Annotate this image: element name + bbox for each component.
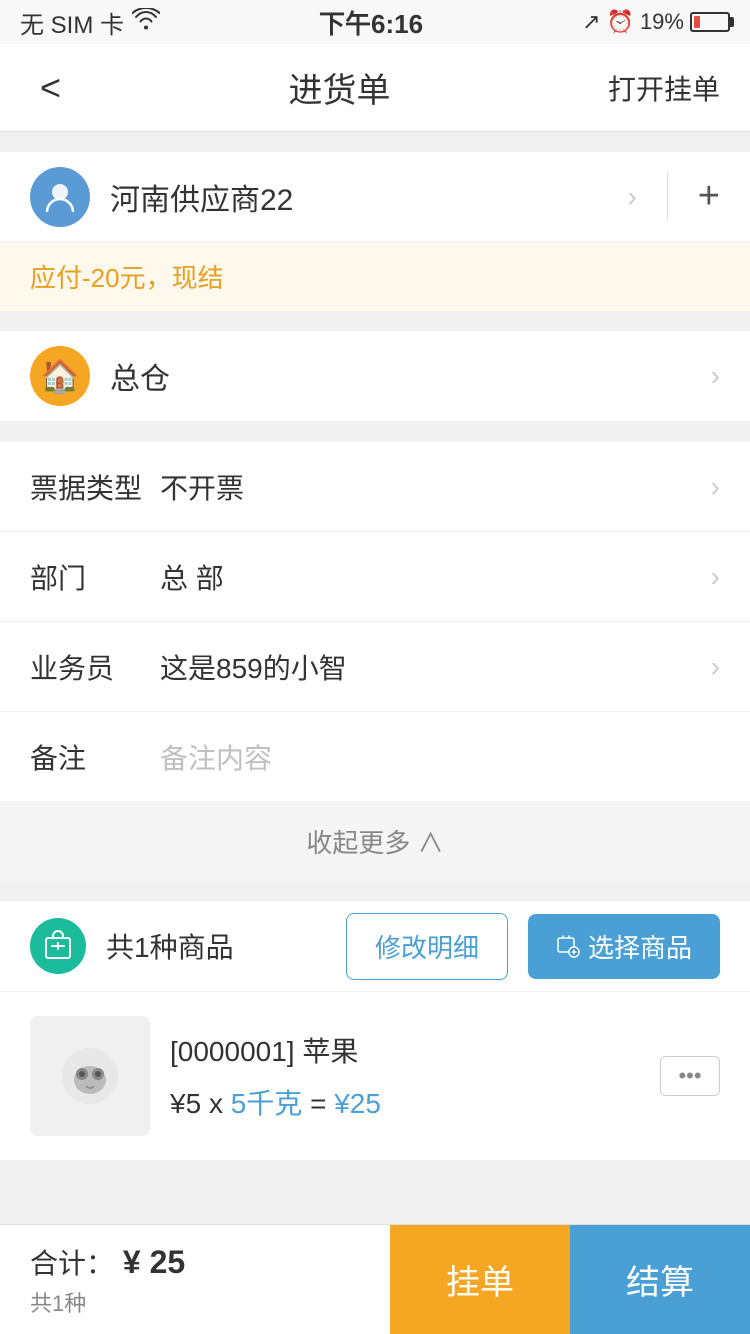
equals-sign: = xyxy=(310,1088,334,1119)
warehouse-chevron-icon: › xyxy=(711,360,720,392)
product-code: [0000001] xyxy=(170,1036,295,1067)
section-divider-4 xyxy=(0,881,750,901)
invoice-chevron-icon: › xyxy=(711,471,720,503)
product-title: 苹果 xyxy=(302,1036,358,1067)
quantity-value: 5千克 xyxy=(231,1088,303,1119)
back-button[interactable]: < xyxy=(30,57,71,119)
supplier-section: 河南供应商22 › + 应付-20元，现结 xyxy=(0,152,750,311)
total-section: 合计： ¥ 25 共1种 xyxy=(0,1225,390,1334)
supplier-avatar xyxy=(30,167,90,227)
collapse-label: 收起更多 ∧ xyxy=(306,823,443,860)
status-right: ↗ ⏰ 19% xyxy=(582,9,730,35)
total-amount: 合计： ¥ 25 xyxy=(30,1242,360,1282)
product-header: 共1种商品 修改明细 选择商品 xyxy=(0,901,750,991)
total-count: 共1种 xyxy=(30,1286,360,1318)
alarm-icon: ⏰ xyxy=(607,9,634,35)
salesman-row[interactable]: 业务员 这是859的小智 › xyxy=(0,621,750,711)
collapse-bar[interactable]: 收起更多 ∧ xyxy=(0,801,750,881)
remark-input[interactable]: 备注内容 xyxy=(160,737,720,777)
bottom-bar: 合计： ¥ 25 共1种 挂单 结算 xyxy=(0,1224,750,1334)
status-time: 下午6:16 xyxy=(319,4,423,41)
more-button[interactable]: ••• xyxy=(660,1056,720,1096)
total-value: ¥25 xyxy=(334,1088,381,1119)
battery-icon xyxy=(690,12,730,32)
salesman-chevron-icon: › xyxy=(711,651,720,683)
hang-button[interactable]: 挂单 xyxy=(390,1225,570,1334)
total-value: ¥ 25 xyxy=(123,1244,185,1280)
warehouse-name: 总仓 xyxy=(110,354,711,398)
department-chevron-icon: › xyxy=(711,561,720,593)
notice-text: 应付-20元，现结 xyxy=(30,263,224,293)
multiply-sign: x xyxy=(209,1088,231,1119)
supplier-chevron-icon: › xyxy=(627,181,636,213)
product-item: [0000001] 苹果 ¥5 x 5千克 = ¥25 ••• xyxy=(0,991,750,1160)
status-left: 无 SIM 卡 xyxy=(20,5,160,40)
open-hang-button[interactable]: 打开挂单 xyxy=(608,68,720,108)
supplier-name: 河南供应商22 xyxy=(110,175,627,219)
product-thumbnail xyxy=(30,1016,150,1136)
vertical-divider xyxy=(667,172,668,222)
invoice-value: 不开票 xyxy=(160,467,711,507)
wifi-icon xyxy=(132,8,160,37)
carrier-text: 无 SIM 卡 xyxy=(20,5,124,40)
section-divider-3 xyxy=(0,421,750,441)
product-count: 共1种商品 xyxy=(106,926,326,966)
page-title: 进货单 xyxy=(289,63,391,112)
section-divider-2 xyxy=(0,311,750,331)
supplier-row[interactable]: 河南供应商22 › + xyxy=(0,152,750,242)
add-button[interactable]: + xyxy=(698,175,720,218)
warehouse-icon: 🏠 xyxy=(30,346,90,406)
edit-detail-button[interactable]: 修改明细 xyxy=(346,913,508,980)
product-info: [0000001] 苹果 ¥5 x 5千克 = ¥25 xyxy=(170,1030,640,1122)
notice-bar: 应付-20元，现结 xyxy=(0,242,750,311)
product-name: [0000001] 苹果 xyxy=(170,1030,640,1070)
status-bar: 无 SIM 卡 下午6:16 ↗ ⏰ 19% xyxy=(0,0,750,44)
battery-percent: 19% xyxy=(640,9,684,35)
checkout-button[interactable]: 结算 xyxy=(570,1225,750,1334)
salesman-label: 业务员 xyxy=(30,647,160,687)
warehouse-row[interactable]: 🏠 总仓 › xyxy=(0,331,750,421)
product-section-icon xyxy=(30,918,86,974)
location-icon: ↗ xyxy=(582,9,600,35)
select-product-label: 选择商品 xyxy=(588,928,692,965)
remark-label: 备注 xyxy=(30,737,160,777)
department-value: 总 部 xyxy=(160,557,711,597)
section-divider-1 xyxy=(0,132,750,152)
product-price: ¥5 x 5千克 = ¥25 xyxy=(170,1082,640,1122)
invoice-label: 票据类型 xyxy=(30,467,160,507)
form-section: 票据类型 不开票 › 部门 总 部 › 业务员 这是859的小智 › 备注 备注… xyxy=(0,441,750,801)
salesman-value: 这是859的小智 xyxy=(160,647,711,687)
department-row[interactable]: 部门 总 部 › xyxy=(0,531,750,621)
remark-row[interactable]: 备注 备注内容 xyxy=(0,711,750,801)
price-value: ¥5 xyxy=(170,1088,201,1119)
warehouse-section: 🏠 总仓 › xyxy=(0,331,750,421)
total-label: 合计： xyxy=(30,1248,114,1279)
department-label: 部门 xyxy=(30,557,160,597)
nav-bar: < 进货单 打开挂单 xyxy=(0,44,750,132)
invoice-row[interactable]: 票据类型 不开票 › xyxy=(0,441,750,531)
select-product-button[interactable]: 选择商品 xyxy=(528,914,720,979)
